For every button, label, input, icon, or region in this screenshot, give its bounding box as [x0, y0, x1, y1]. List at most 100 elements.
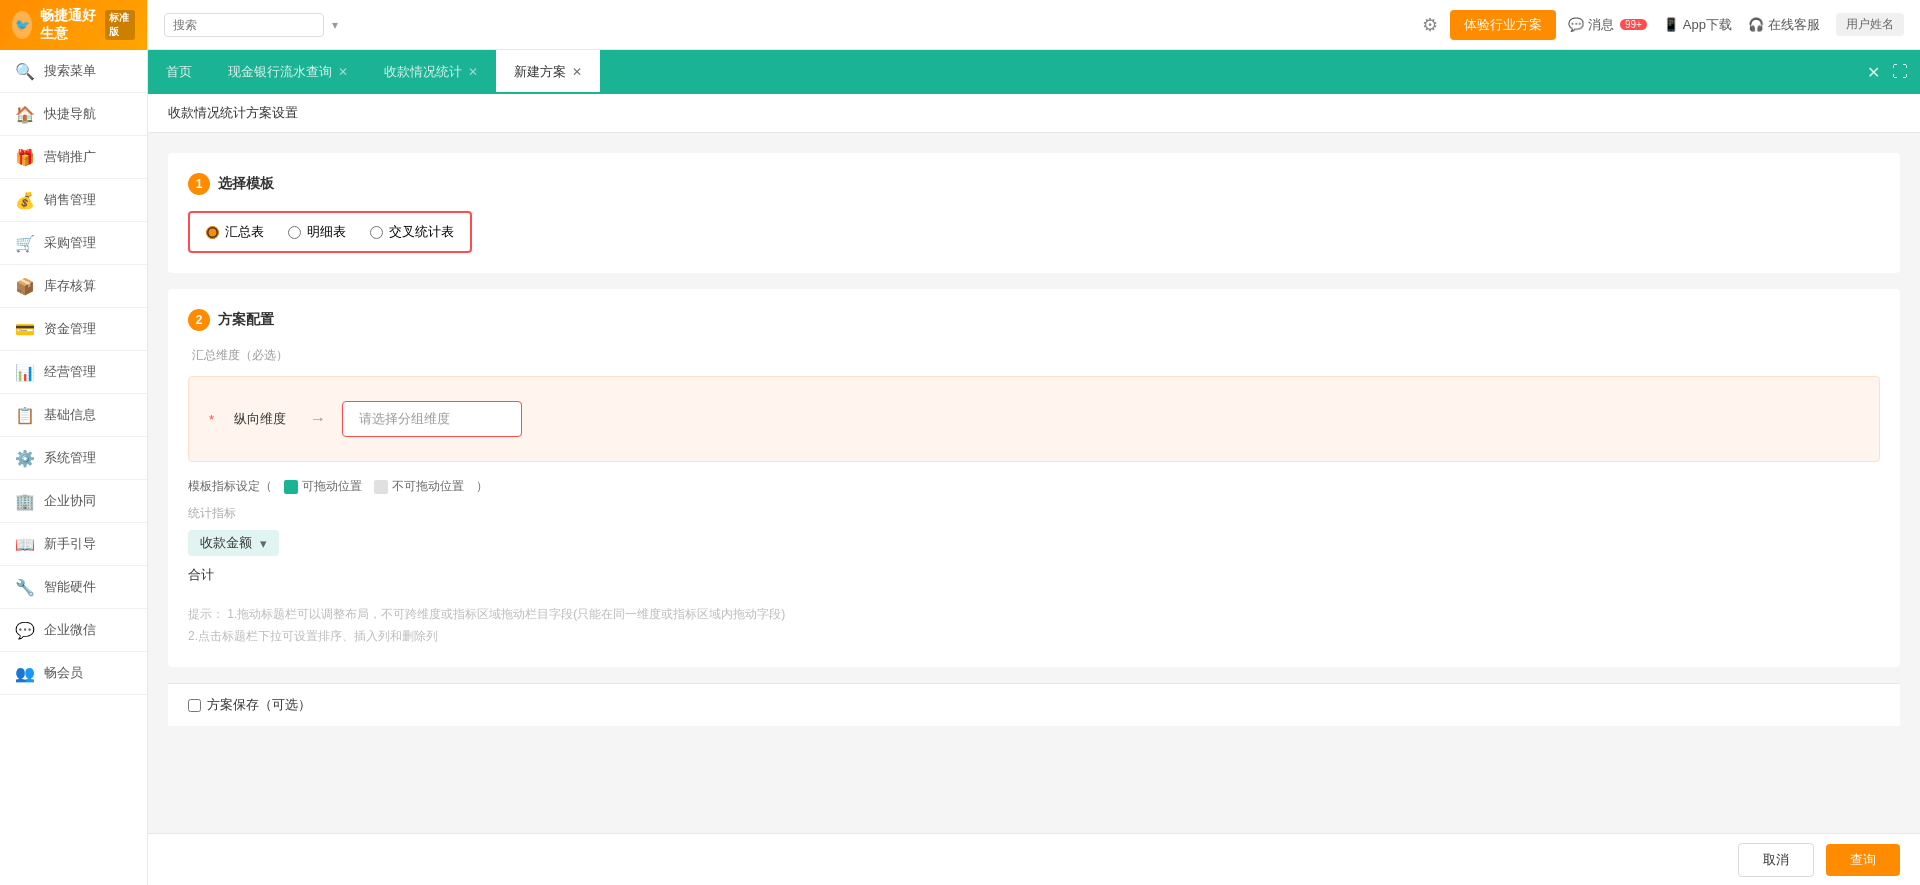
service-label: 在线客服	[1768, 16, 1820, 34]
radio-cross[interactable]: 交叉统计表	[370, 223, 454, 241]
radio-detail-input[interactable]	[288, 226, 301, 239]
tab-new-plan-close[interactable]: ✕	[572, 65, 582, 79]
sidebar-item-quick-nav[interactable]: 🏠 快捷导航	[0, 93, 147, 136]
sidebar-item-inventory[interactable]: 📦 库存核算	[0, 265, 147, 308]
sidebar-item-purchase[interactable]: 🛒 采购管理	[0, 222, 147, 265]
tab-collection-stats-close[interactable]: ✕	[468, 65, 478, 79]
sidebar-item-member[interactable]: 👥 畅会员	[0, 652, 147, 695]
section2-label: 方案配置	[218, 311, 274, 329]
cancel-button[interactable]: 取消	[1738, 843, 1814, 877]
save-checkbox-label[interactable]: 方案保存（可选）	[188, 696, 311, 714]
tab-bank-flow[interactable]: 现金银行流水查询 ✕	[210, 50, 366, 94]
tip-line-2: 2.点击标题栏下拉可设置排序、插入列和删除列	[188, 626, 1880, 648]
sidebar-label-member: 畅会员	[44, 664, 83, 682]
sidebar-item-newbie-guide[interactable]: 📖 新手引导	[0, 523, 147, 566]
save-checkbox-text: 方案保存（可选）	[207, 696, 311, 714]
download-item[interactable]: 📱 App下载	[1663, 16, 1732, 34]
section1-label: 选择模板	[218, 175, 274, 193]
tip-area: 提示： 1.拖动标题栏可以调整布局，不可跨维度或指标区域拖动栏目字段(只能在同一…	[188, 604, 1880, 647]
sidebar-label-enterprise-collab: 企业协同	[44, 492, 96, 510]
sidebar-item-smart-hardware[interactable]: 🔧 智能硬件	[0, 566, 147, 609]
sidebar-label-smart-hardware: 智能硬件	[44, 578, 96, 596]
vertical-dimension-label: 纵向维度	[234, 410, 294, 428]
tab-bar-actions: ✕ ⛶	[1867, 50, 1920, 94]
section2-title: 2 方案配置	[188, 309, 1880, 331]
notification-item[interactable]: 💬 消息 99+	[1568, 16, 1647, 34]
query-button[interactable]: 查询	[1826, 844, 1900, 876]
basic-info-icon: 📋	[16, 406, 34, 424]
tab-collection-stats[interactable]: 收款情况统计 ✕	[366, 50, 496, 94]
service-item[interactable]: 🎧 在线客服	[1748, 16, 1820, 34]
member-icon: 👥	[16, 664, 34, 682]
main-area: ▾ ⚙ 体验行业方案 💬 消息 99+ 📱 App下载 🎧 在线客服 用户姓名 …	[148, 0, 1920, 885]
edition-badge: 标准版	[105, 10, 135, 40]
sidebar-label-search-menu: 搜索菜单	[44, 62, 96, 80]
sidebar-label-marketing: 营销推广	[44, 148, 96, 166]
stats-column: 统计指标 收款金额 ▾ 合计	[188, 505, 388, 588]
sidebar-item-search-menu[interactable]: 🔍 搜索菜单	[0, 50, 147, 93]
sidebar-item-operations[interactable]: 📊 经营管理	[0, 351, 147, 394]
non-draggable-label: 不可拖动位置	[392, 478, 464, 495]
settings-icon[interactable]: ⚙	[1422, 14, 1438, 36]
sidebar-label-sales: 销售管理	[44, 191, 96, 209]
section2-number: 2	[188, 309, 210, 331]
tab-close-all-icon[interactable]: ✕	[1867, 63, 1880, 82]
tip-line-1: 提示： 1.拖动标题栏可以调整布局，不可跨维度或指标区域拖动栏目字段(只能在同一…	[188, 604, 1880, 626]
dimension-select[interactable]: 请选择分组维度	[342, 401, 522, 437]
required-star: *	[209, 412, 214, 427]
page-title: 收款情况统计方案设置	[168, 105, 298, 120]
radio-summary-input[interactable]	[206, 226, 219, 239]
newbie-guide-icon: 📖	[16, 535, 34, 553]
stats-tag[interactable]: 收款金额 ▾	[188, 530, 279, 556]
sidebar-item-system[interactable]: ⚙️ 系统管理	[0, 437, 147, 480]
metrics-close-paren: ）	[476, 478, 488, 495]
sidebar-label-inventory: 库存核算	[44, 277, 96, 295]
tab-new-plan[interactable]: 新建方案 ✕	[496, 50, 600, 94]
sidebar-label-system: 系统管理	[44, 449, 96, 467]
non-draggable-indicator: 不可拖动位置	[374, 478, 464, 495]
sidebar-item-enterprise-wechat[interactable]: 💬 企业微信	[0, 609, 147, 652]
metrics-columns: 统计指标 收款金额 ▾ 合计	[188, 505, 1880, 588]
arrow-icon: →	[310, 410, 326, 428]
quick-nav-icon: 🏠	[16, 105, 34, 123]
sidebar-item-finance[interactable]: 💳 资金管理	[0, 308, 147, 351]
metrics-section: 模板指标设定（ 可拖动位置 不可拖动位置 ） 统计指标	[188, 478, 1880, 647]
sidebar-label-basic-info: 基础信息	[44, 406, 96, 424]
section-config: 2 方案配置 汇总维度（必选） * 纵向维度 → 请选择分组维度	[168, 289, 1900, 667]
trial-button[interactable]: 体验行业方案	[1450, 10, 1556, 40]
search-input[interactable]	[164, 13, 324, 37]
app-name: 畅捷通好生意	[40, 7, 101, 43]
enterprise-collab-icon: 🏢	[16, 492, 34, 510]
radio-cross-input[interactable]	[370, 226, 383, 239]
tab-home[interactable]: 首页	[148, 50, 210, 94]
sidebar-item-marketing[interactable]: 🎁 营销推广	[0, 136, 147, 179]
radio-summary[interactable]: 汇总表	[206, 223, 264, 241]
tab-home-label: 首页	[166, 63, 192, 81]
content-area: 收款情况统计方案设置 1 选择模板 汇总表 明细表	[148, 94, 1920, 885]
tab-bar: 首页 现金银行流水查询 ✕ 收款情况统计 ✕ 新建方案 ✕ ✕ ⛶	[148, 50, 1920, 94]
section-template: 1 选择模板 汇总表 明细表 交叉统计表	[168, 153, 1900, 273]
stats-tag-label: 收款金额	[200, 534, 252, 552]
radio-detail[interactable]: 明细表	[288, 223, 346, 241]
tab-expand-icon[interactable]: ⛶	[1892, 63, 1908, 81]
save-area: 方案保存（可选）	[168, 683, 1900, 726]
template-selector: 汇总表 明细表 交叉统计表	[188, 211, 472, 253]
sidebar-item-enterprise-collab[interactable]: 🏢 企业协同	[0, 480, 147, 523]
notification-badge: 99+	[1620, 19, 1647, 30]
notification-label: 消息	[1588, 16, 1614, 34]
draggable-label: 可拖动位置	[302, 478, 362, 495]
top-header: ▾ ⚙ 体验行业方案 💬 消息 99+ 📱 App下载 🎧 在线客服 用户姓名	[148, 0, 1920, 50]
radio-cross-label: 交叉统计表	[389, 223, 454, 241]
system-icon: ⚙️	[16, 449, 34, 467]
metrics-label-row: 模板指标设定（ 可拖动位置 不可拖动位置 ）	[188, 478, 1880, 495]
sidebar-item-basic-info[interactable]: 📋 基础信息	[0, 394, 147, 437]
inventory-icon: 📦	[16, 277, 34, 295]
page-header: 收款情况统计方案设置	[148, 94, 1920, 133]
user-name[interactable]: 用户姓名	[1836, 13, 1904, 36]
save-checkbox-input[interactable]	[188, 699, 201, 712]
sidebar-item-sales[interactable]: 💰 销售管理	[0, 179, 147, 222]
download-label: App下载	[1683, 16, 1732, 34]
sidebar: 🐦 畅捷通好生意 标准版 🔍 搜索菜单 🏠 快捷导航 🎁 营销推广 💰 销售管理…	[0, 0, 148, 885]
search-menu-icon: 🔍	[16, 62, 34, 80]
tab-bank-flow-close[interactable]: ✕	[338, 65, 348, 79]
